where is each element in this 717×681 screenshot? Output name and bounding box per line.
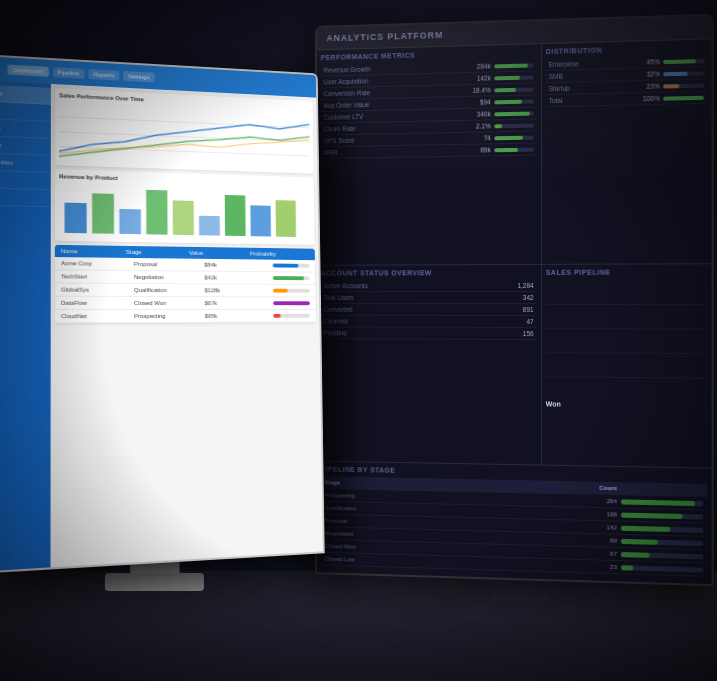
back-right-label: Distribution	[546, 44, 708, 55]
bottom-header-count: Count	[576, 484, 617, 491]
col-stage: Stage	[126, 249, 189, 256]
col-value: Value	[189, 250, 250, 257]
chart-bars	[546, 280, 708, 403]
back-mid-rows: Active Accounts 1,284 Trial Users 342 Co…	[321, 280, 537, 340]
front-bar-chart-svg	[59, 182, 311, 237]
back-bottom-section: Pipeline by Stage Stage Count Value Pros…	[317, 462, 712, 582]
front-line-chart	[59, 101, 310, 170]
svg-rect-5	[199, 216, 220, 236]
back-monitor-screen: ANALYTICS PLATFORM Performance Metrics R…	[317, 16, 712, 584]
svg-rect-2	[119, 209, 141, 234]
front-table: Name Stage Value Probability Acme Corp P…	[55, 245, 316, 323]
back-mid-right: Sales Pipeline Won	[542, 264, 712, 467]
scene: ANALYTICS PLATFORM Performance Metrics R…	[0, 0, 717, 681]
tab-pipeline[interactable]: Pipeline	[53, 67, 85, 79]
back-mid-row: Converted 891	[321, 304, 537, 316]
front-monitor: CRM Dashboard Pipeline Reports Settings …	[0, 53, 325, 575]
back-mid-row: Trial Users 342	[321, 292, 537, 304]
svg-rect-4	[173, 200, 194, 235]
front-table-row[interactable]: CloudNet Prospecting $95k	[55, 310, 316, 323]
front-table-row[interactable]: DataFlow Closed Won $67k	[55, 297, 316, 310]
front-sidebar: OverviewLeadsContactsAccountsOpportuniti…	[0, 80, 51, 573]
front-tabs: Dashboard Pipeline Reports Settings	[8, 65, 155, 83]
col-name: Name	[61, 248, 126, 255]
back-monitor-title: ANALYTICS PLATFORM	[326, 30, 443, 43]
back-rows-left: Revenue Growth 284k User Acquisition 142…	[321, 59, 537, 159]
back-row-left: MRR 89k	[321, 144, 537, 159]
sidebar-item-leads[interactable]: Leads	[0, 101, 51, 122]
front-main: Sales Performance Over Time	[50, 84, 322, 567]
back-rows-right: Enterprise 45% SMB 32% Startup 23% Total…	[546, 55, 708, 107]
sidebar-item-contacts[interactable]: Contacts	[0, 118, 51, 139]
back-mid-row: Pending 156	[321, 327, 537, 340]
front-chart2: Revenue by Product	[55, 169, 315, 245]
front-table-row[interactable]: GlobalSys Qualification $128k	[55, 283, 316, 297]
front-monitor-base	[105, 573, 204, 591]
front-table-rows: Acme Corp Proposal $84k TechStart Negoti…	[55, 257, 316, 323]
sidebar-item-reports[interactable]: Reports	[0, 170, 51, 190]
back-mid-left: Account Status Overview Active Accounts …	[317, 265, 542, 465]
tab-reports[interactable]: Reports	[88, 69, 119, 81]
bottom-header-stage: Stage	[325, 479, 577, 490]
front-content: OverviewLeadsContactsAccountsOpportuniti…	[0, 80, 323, 573]
tab-dashboard[interactable]: Dashboard	[8, 65, 49, 77]
back-left-panel: Performance Metrics Revenue Growth 284k …	[317, 44, 542, 265]
svg-rect-1	[92, 193, 114, 233]
back-bottom-rows: Prospecting 284 Qualification 198 Propos…	[321, 489, 708, 577]
back-mid-row: Churned 47	[321, 316, 537, 328]
bar-chart-area	[546, 280, 708, 403]
svg-rect-8	[276, 200, 296, 237]
back-monitor-base	[461, 601, 581, 621]
svg-rect-7	[250, 205, 271, 236]
sidebar-item-settings[interactable]: Settings	[0, 188, 51, 207]
front-chart1: Sales Performance Over Time	[55, 88, 314, 174]
back-top-section: Performance Metrics Revenue Growth 284k …	[317, 39, 712, 265]
svg-rect-6	[225, 195, 246, 236]
col-prob: Probability	[250, 251, 309, 258]
front-monitor-screen: CRM Dashboard Pipeline Reports Settings …	[0, 55, 323, 572]
svg-rect-3	[146, 190, 167, 235]
back-mid-row: Active Accounts 1,284	[321, 280, 537, 292]
sidebar-item-overview[interactable]: Overview	[0, 84, 51, 105]
mid-label: Account Status Overview	[321, 269, 537, 277]
back-row-right: Total 100%	[546, 92, 708, 108]
sidebar-item-accounts[interactable]: Accounts	[0, 136, 51, 156]
svg-rect-0	[65, 203, 87, 234]
sidebar-item-opportunities[interactable]: Opportunities	[0, 153, 51, 173]
bottom-header-bar-spacer: Value	[621, 486, 703, 493]
front-sidebar-items: OverviewLeadsContactsAccountsOpportuniti…	[0, 84, 51, 208]
back-right-panel: Distribution Enterprise 45% SMB 32% Star…	[542, 39, 712, 263]
back-monitor: ANALYTICS PLATFORM Performance Metrics R…	[315, 14, 714, 586]
bar-chart-label: Sales Pipeline	[546, 268, 708, 276]
tab-settings[interactable]: Settings	[123, 71, 154, 82]
back-mid-section: Account Status Overview Active Accounts …	[317, 264, 712, 468]
